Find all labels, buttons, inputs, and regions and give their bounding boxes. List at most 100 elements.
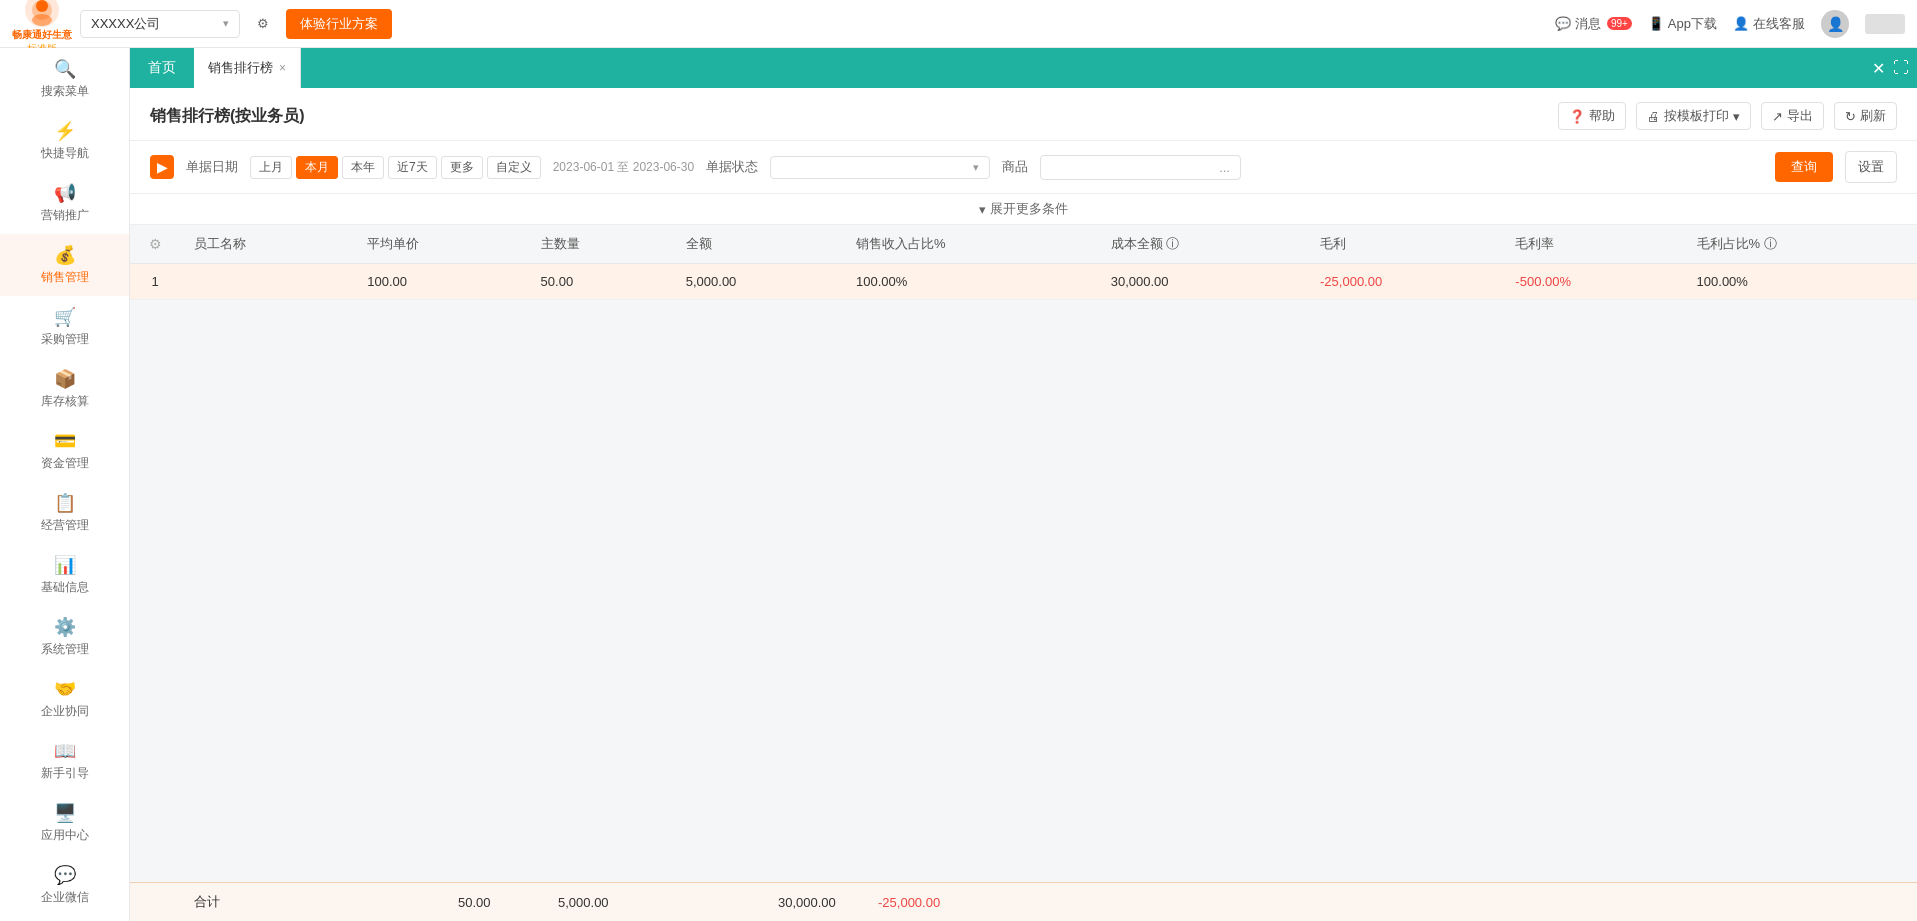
sidebar-label-4: 采购管理 [41, 331, 89, 348]
service-icon: 👤 [1733, 16, 1749, 31]
sidebar-label-3: 销售管理 [41, 269, 89, 286]
sidebar-item-14[interactable]: 👑畅会员 [0, 916, 129, 921]
this-month-btn[interactable]: 本月 [296, 156, 338, 179]
sidebar-label-11: 新手引导 [41, 765, 89, 782]
goods-filter-label: 商品 [1002, 158, 1028, 176]
company-selector[interactable]: XXXXX公司 ▾ [80, 10, 240, 38]
column-settings-icon[interactable]: ⚙ [149, 236, 162, 252]
settings-icon[interactable]: ⚙ [248, 9, 278, 39]
message-icon: 💬 [1555, 16, 1571, 31]
tab-close-icon[interactable]: × [279, 61, 286, 75]
footer-cost: 30,000.00 [764, 895, 864, 910]
user-name [1865, 14, 1905, 34]
query-button[interactable]: 查询 [1775, 152, 1833, 182]
messages-button[interactable]: 💬 消息 99+ [1555, 15, 1632, 33]
last-month-btn[interactable]: 上月 [250, 156, 292, 179]
sidebar-item-8[interactable]: 📊基础信息 [0, 544, 129, 606]
help-button[interactable]: ❓ 帮助 [1558, 102, 1626, 130]
user-avatar[interactable]: 👤 [1821, 10, 1849, 38]
logo-title: 畅康通好生意 [12, 28, 72, 42]
sidebar-icon-4: 🛒 [54, 306, 76, 328]
goods-input-field[interactable] [1051, 160, 1219, 175]
top-bar-right: 💬 消息 99+ 📱 App下载 👤 在线客服 👤 [1555, 10, 1905, 38]
sidebar-item-6[interactable]: 💳资金管理 [0, 420, 129, 482]
cell-rank-0: 1 [130, 264, 180, 300]
sidebar-item-11[interactable]: 📖 新手引导 [0, 730, 129, 792]
top-bar: 畅康通好生意 标准版 XXXXX公司 ▾ ⚙ 体验行业方案 💬 消息 99+ 📱… [0, 0, 1917, 48]
cell-name-0 [180, 264, 353, 300]
sidebar-item-13[interactable]: 💬企业微信 [0, 854, 129, 916]
sidebar-icon-11: 📖 [54, 740, 76, 762]
refresh-icon: ↻ [1845, 109, 1856, 124]
sidebar: 🔍搜索菜单⚡快捷导航 📢 营销推广 💰销售管理 🛒 采购管理 📦库存核算💳资金管理 📋 经营管理… [0, 48, 130, 921]
expand-more-label: 展开更多条件 [990, 200, 1068, 218]
sidebar-item-12[interactable]: 🖥️应用中心 [0, 792, 129, 854]
custom-btn[interactable]: 自定义 [487, 156, 541, 179]
sidebar-label-6: 资金管理 [41, 455, 89, 472]
last7-btn[interactable]: 近7天 [388, 156, 437, 179]
print-button[interactable]: 🖨 按模板打印 ▾ [1636, 102, 1751, 130]
settings-button[interactable]: 设置 [1845, 151, 1897, 183]
cell-gross-pct-0: 100.00% [1683, 264, 1917, 300]
date-range-display: 2023-06-01 至 2023-06-30 [553, 159, 694, 176]
cell-sales-pct-0: 100.00% [842, 264, 1097, 300]
goods-more-icon: ... [1219, 160, 1230, 175]
more-date-btn[interactable]: 更多 [441, 156, 483, 179]
sidebar-item-4[interactable]: 🛒 采购管理 [0, 296, 129, 358]
sidebar-item-5[interactable]: 📦库存核算 [0, 358, 129, 420]
sidebar-icon-7: 📋 [54, 492, 76, 514]
export-button[interactable]: ↗ 导出 [1761, 102, 1824, 130]
th-gross: 毛利 [1306, 225, 1501, 264]
page-actions: ❓ 帮助 🖨 按模板打印 ▾ ↗ 导出 ↻ [1558, 102, 1897, 130]
sidebar-icon-12: 🖥️ [54, 802, 76, 824]
sidebar-item-9[interactable]: ⚙️系统管理 [0, 606, 129, 668]
th-quantity: 主数量 [527, 225, 672, 264]
sidebar-icon-1: ⚡ [54, 120, 76, 142]
goods-input[interactable]: ... [1040, 155, 1241, 180]
table-container: ⚙ 员工名称 平均单价 主数量 全额 销售收入占比% 成本全额 ⓘ 毛利 毛利率 [130, 225, 1917, 300]
sidebar-item-10[interactable]: 🤝 企业协同 [0, 668, 129, 730]
tab-close-window-icon[interactable]: ✕ [1872, 59, 1885, 78]
sidebar-icon-10: 🤝 [54, 678, 76, 700]
sidebar-label-7: 经营管理 [41, 517, 89, 534]
footer-label: 合计 [194, 893, 344, 911]
sidebar-item-0[interactable]: 🔍搜索菜单 [0, 48, 129, 110]
tab-home[interactable]: 首页 [130, 48, 194, 88]
date-filter-buttons: 上月 本月 本年 近7天 更多 自定义 [250, 156, 541, 179]
this-year-btn[interactable]: 本年 [342, 156, 384, 179]
sidebar-icon-8: 📊 [54, 554, 76, 576]
svg-point-3 [32, 14, 52, 26]
sidebar-label-10: 企业协同 [41, 703, 89, 720]
table-row-0: 1 100.00 50.00 5,000.00 100.00% 30,000.0… [130, 264, 1917, 300]
sidebar-item-1[interactable]: ⚡快捷导航 [0, 110, 129, 172]
filter-arrow-icon[interactable]: ▶ [150, 155, 174, 179]
refresh-button[interactable]: ↻ 刷新 [1834, 102, 1897, 130]
table-body: 1 100.00 50.00 5,000.00 100.00% 30,000.0… [130, 264, 1917, 300]
print-icon: 🖨 [1647, 109, 1660, 124]
status-select[interactable]: ▾ [770, 156, 990, 179]
sidebar-item-2[interactable]: 📢 营销推广 [0, 172, 129, 234]
trial-button[interactable]: 体验行业方案 [286, 9, 392, 39]
app-download-button[interactable]: 📱 App下载 [1648, 15, 1717, 33]
app-container: 畅康通好生意 标准版 XXXXX公司 ▾ ⚙ 体验行业方案 💬 消息 99+ 📱… [0, 0, 1917, 921]
logo-icon [24, 0, 60, 28]
main-content: 销售排行榜(按业务员) ❓ 帮助 🖨 按模板打印 ▾ ↗ [130, 88, 1917, 921]
status-dropdown-icon: ▾ [973, 161, 979, 174]
sidebar-item-7[interactable]: 📋 经营管理 [0, 482, 129, 544]
sidebar-item-3[interactable]: 💰销售管理 [0, 234, 129, 296]
tab-sales-ranking[interactable]: 销售排行榜 × [194, 48, 301, 88]
tab-sales-label: 销售排行榜 [208, 59, 273, 77]
sidebar-label-2: 营销推广 [41, 207, 89, 224]
tab-maximize-icon[interactable]: ⛶ [1893, 59, 1909, 77]
th-avg-price: 平均单价 [353, 225, 526, 264]
help-icon: ❓ [1569, 109, 1585, 124]
print-dropdown-icon: ▾ [1733, 109, 1740, 124]
online-service-button[interactable]: 👤 在线客服 [1733, 15, 1805, 33]
sidebar-label-0: 搜索菜单 [41, 83, 89, 100]
sidebar-icon-2: 📢 [54, 182, 76, 204]
page-header: 销售排行榜(按业务员) ❓ 帮助 🖨 按模板打印 ▾ ↗ [130, 88, 1917, 141]
expand-more-button[interactable]: ▾ 展开更多条件 [979, 200, 1068, 218]
online-service-label: 在线客服 [1753, 15, 1805, 33]
table-wrapper: ⚙ 员工名称 平均单价 主数量 全额 销售收入占比% 成本全额 ⓘ 毛利 毛利率 [130, 225, 1917, 300]
footer-gross: -25,000.00 [864, 895, 964, 910]
